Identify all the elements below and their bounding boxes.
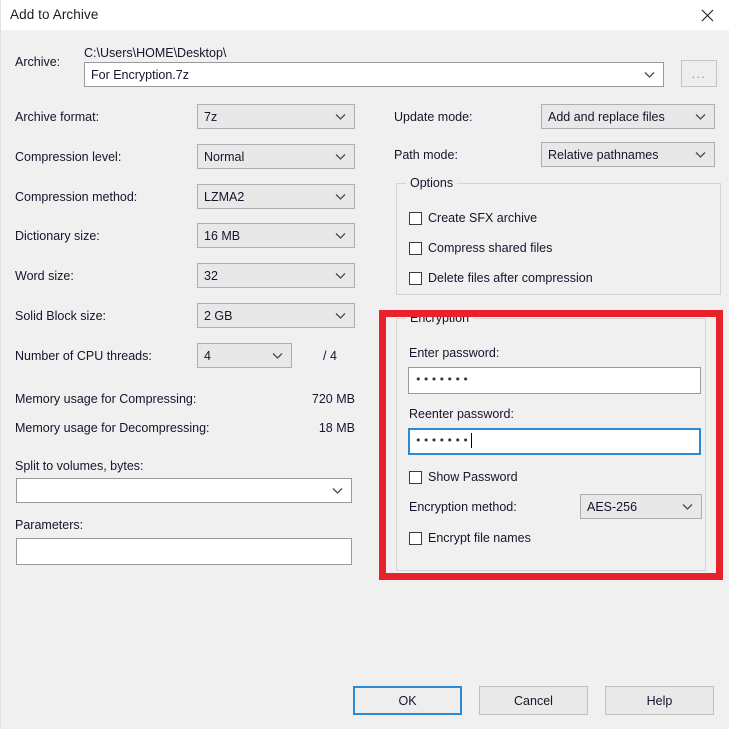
checkbox-box <box>409 212 422 225</box>
chevron-down-icon <box>335 312 346 319</box>
checkbox-delete-files-after-compression[interactable]: Delete files after compression <box>409 271 593 285</box>
archive-label: Archive: <box>15 55 60 69</box>
cpu-threads-combo[interactable]: 4 <box>197 343 292 368</box>
checkbox-label: Delete files after compression <box>428 271 593 285</box>
parameters-input[interactable] <box>16 538 352 565</box>
enter-password-label: Enter password: <box>409 346 499 360</box>
word-size-value: 32 <box>204 269 218 283</box>
checkbox-box <box>409 471 422 484</box>
chevron-down-icon <box>335 232 346 239</box>
update-mode-combo[interactable]: Add and replace files <box>541 104 715 129</box>
path-mode-label: Path mode: <box>394 148 458 162</box>
solid-block-size-combo[interactable]: 2 GB <box>197 303 355 328</box>
ok-button[interactable]: OK <box>353 686 462 715</box>
checkbox-label: Encrypt file names <box>428 531 531 545</box>
memory-decompress-label: Memory usage for Decompressing: <box>15 421 210 435</box>
chevron-down-icon <box>335 193 346 200</box>
memory-decompress-value: 18 MB <box>255 421 355 435</box>
memory-compress-value: 720 MB <box>255 392 355 406</box>
parameters-label: Parameters: <box>15 518 83 532</box>
cpu-threads-value: 4 <box>204 349 211 363</box>
archive-format-combo[interactable]: 7z <box>197 104 355 129</box>
compression-method-combo[interactable]: LZMA2 <box>197 184 355 209</box>
enter-password-input[interactable]: ••••••• <box>408 367 701 394</box>
compression-level-label: Compression level: <box>15 150 121 164</box>
close-icon[interactable] <box>684 0 729 30</box>
path-mode-value: Relative pathnames <box>548 148 658 162</box>
word-size-combo[interactable]: 32 <box>197 263 355 288</box>
checkbox-create-sfx-archive[interactable]: Create SFX archive <box>409 211 537 225</box>
checkbox-box <box>409 272 422 285</box>
reenter-password-input[interactable]: ••••••• <box>408 428 701 455</box>
compression-method-value: LZMA2 <box>204 190 244 204</box>
cpu-threads-label: Number of CPU threads: <box>15 349 152 363</box>
title-bar: Add to Archive <box>1 0 729 31</box>
checkbox-box <box>409 532 422 545</box>
split-volumes-label: Split to volumes, bytes: <box>15 459 144 473</box>
chevron-down-icon <box>335 272 346 279</box>
chevron-down-icon <box>682 503 693 510</box>
checkbox-compress-shared-files[interactable]: Compress shared files <box>409 241 552 255</box>
chevron-down-icon <box>332 487 343 494</box>
compression-level-value: Normal <box>204 150 244 164</box>
encryption-method-value: AES-256 <box>587 500 637 514</box>
path-mode-combo[interactable]: Relative pathnames <box>541 142 715 167</box>
chevron-down-icon <box>272 352 283 359</box>
compression-method-label: Compression method: <box>15 190 137 204</box>
text-caret <box>471 433 472 448</box>
archive-filename-combo[interactable]: For Encryption.7z <box>84 62 664 87</box>
split-volumes-combo[interactable] <box>16 478 352 503</box>
dictionary-size-value: 16 MB <box>204 229 240 243</box>
update-mode-value: Add and replace files <box>548 110 665 124</box>
add-to-archive-dialog: Add to Archive Archive: C:\Users\HOME\De… <box>0 0 729 729</box>
browse-button[interactable]: ... <box>681 60 717 87</box>
reenter-password-value: ••••••• <box>415 435 470 446</box>
reenter-password-label: Reenter password: <box>409 407 514 421</box>
chevron-down-icon <box>335 153 346 160</box>
compression-level-combo[interactable]: Normal <box>197 144 355 169</box>
solid-block-size-value: 2 GB <box>204 309 233 323</box>
options-group-title: Options <box>406 176 457 190</box>
close-glyph <box>701 9 714 22</box>
encryption-method-combo[interactable]: AES-256 <box>580 494 702 519</box>
dictionary-size-combo[interactable]: 16 MB <box>197 223 355 248</box>
memory-compress-label: Memory usage for Compressing: <box>15 392 196 406</box>
checkbox-label: Create SFX archive <box>428 211 537 225</box>
chevron-down-icon <box>695 113 706 120</box>
checkbox-label: Show Password <box>428 470 518 484</box>
cancel-button[interactable]: Cancel <box>479 686 588 715</box>
cpu-threads-total: / 4 <box>323 349 337 363</box>
archive-format-value: 7z <box>204 110 217 124</box>
window-title: Add to Archive <box>10 7 98 22</box>
encryption-group-title: Encryption <box>406 311 473 325</box>
checkbox-label: Compress shared files <box>428 241 552 255</box>
chevron-down-icon <box>644 71 655 78</box>
chevron-down-icon <box>335 113 346 120</box>
word-size-label: Word size: <box>15 269 74 283</box>
enter-password-value: ••••••• <box>415 374 470 385</box>
help-button[interactable]: Help <box>605 686 714 715</box>
dictionary-size-label: Dictionary size: <box>15 229 100 243</box>
archive-filename-value: For Encryption.7z <box>91 68 189 82</box>
archive-format-label: Archive format: <box>15 110 99 124</box>
checkbox-box <box>409 242 422 255</box>
encryption-method-label: Encryption method: <box>409 500 517 514</box>
checkbox-encrypt-file-names[interactable]: Encrypt file names <box>409 531 531 545</box>
solid-block-size-label: Solid Block size: <box>15 309 106 323</box>
chevron-down-icon <box>695 151 706 158</box>
update-mode-label: Update mode: <box>394 110 473 124</box>
archive-path-text: C:\Users\HOME\Desktop\ <box>84 46 226 60</box>
checkbox-show-password[interactable]: Show Password <box>409 470 518 484</box>
